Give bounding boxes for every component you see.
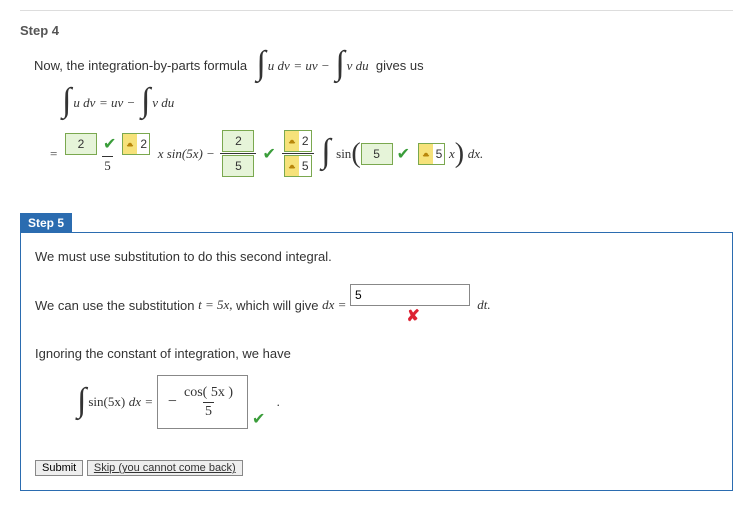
submit-button[interactable]: Submit: [35, 460, 83, 476]
line2-sub: t = 5x,: [198, 297, 232, 313]
antiderivative-answer[interactable]: − cos( 5x ) 5: [157, 375, 248, 429]
dx-input[interactable]: [350, 284, 470, 306]
eq-dx: dx =: [129, 394, 153, 410]
coef2-num-answer[interactable]: 2: [222, 130, 254, 152]
equals-sign: =: [50, 146, 57, 162]
step5-eq-line: ∫ sin(5x) dx = − cos( 5x ) 5 ✔ .: [75, 375, 718, 429]
step4-eq-line: = 2 ✔ 2 5 x sin(5x) − 2 2 5: [50, 130, 733, 177]
step5-buttons: Submit Skip (you cannot come back): [35, 459, 718, 476]
line2-eq: = uv −: [99, 95, 135, 111]
integral-icon-2: ∫: [335, 50, 344, 77]
coef2-den-key: 5: [284, 155, 312, 177]
coef2-fraction: 2 2 5: [220, 130, 256, 177]
ibp-eq: = uv −: [293, 58, 329, 74]
top-divider: [20, 10, 733, 11]
check-icon: ✔: [103, 134, 116, 154]
ibp-rhs: v du: [347, 58, 369, 74]
coef2-den-answer[interactable]: 5: [222, 155, 254, 177]
line2-after: dt.: [477, 297, 490, 313]
integral-icon-3: ∫: [62, 87, 71, 114]
step4-section: Step 4 Now, the integration-by-parts for…: [20, 23, 733, 177]
check-icon-3: ✔: [397, 144, 410, 164]
line2-dx: dx =: [322, 297, 346, 313]
coef1-den: 5: [102, 156, 113, 174]
integral-icon: ∫: [256, 50, 265, 77]
integral-icon-5: ∫: [321, 138, 330, 165]
coef1-fraction: 2 ✔ 2 5: [63, 133, 152, 174]
coef2-key-fraction: 2 5: [282, 130, 314, 177]
ibp-lhs: u dv: [268, 58, 290, 74]
step5-box: We must use substitution to do this seco…: [20, 232, 733, 491]
lparen-icon: (: [351, 143, 360, 165]
eq-minus: −: [168, 393, 177, 411]
check-icon-2: ✔: [262, 144, 275, 164]
eq-dot: .: [277, 394, 280, 410]
step4-line2: ∫ u dv = uv − ∫ v du: [60, 89, 733, 116]
integral-icon-6: ∫: [77, 387, 86, 414]
integrand: sin(5x): [88, 394, 125, 410]
intro-before-text: Now, the integration-by-parts formula: [34, 58, 247, 73]
sin-arg-key: 5: [418, 143, 446, 165]
mid-expr: x sin(5x) −: [158, 146, 215, 162]
step5-line2: We can use the substitution t = 5x, whic…: [35, 284, 718, 326]
check-icon-4: ✔: [252, 409, 265, 429]
cross-icon: ✘: [406, 306, 419, 326]
line2-rhs: v du: [152, 95, 174, 111]
line2-mid: which will give: [236, 298, 318, 313]
line2-lhs: u dv: [73, 95, 95, 111]
step5-line3: Ignoring the constant of integration, we…: [35, 346, 718, 361]
coef2-num-key: 2: [284, 130, 312, 152]
eq-num: cos( 5x ): [182, 385, 235, 402]
sin-arg-answer[interactable]: 5: [361, 143, 393, 165]
step4-heading: Step 4: [20, 23, 733, 38]
line2-before: We can use the substitution: [35, 298, 194, 313]
sin-label: sin: [336, 146, 351, 162]
rparen-icon: ): [455, 143, 464, 165]
coef1-key: 2: [122, 133, 150, 155]
eq-den: 5: [203, 402, 214, 420]
step5-section: Step 5 We must use substitution to do th…: [20, 213, 733, 491]
step5-line1: We must use substitution to do this seco…: [35, 249, 718, 264]
step4-intro-line: Now, the integration-by-parts formula ∫ …: [20, 52, 733, 79]
skip-button[interactable]: Skip (you cannot come back): [87, 460, 243, 476]
coef1-answer[interactable]: 2: [65, 133, 97, 155]
integral-icon-4: ∫: [141, 87, 150, 114]
dx-label: dx.: [468, 146, 484, 162]
step5-heading: Step 5: [20, 213, 72, 233]
intro-after-text: gives us: [376, 58, 424, 73]
